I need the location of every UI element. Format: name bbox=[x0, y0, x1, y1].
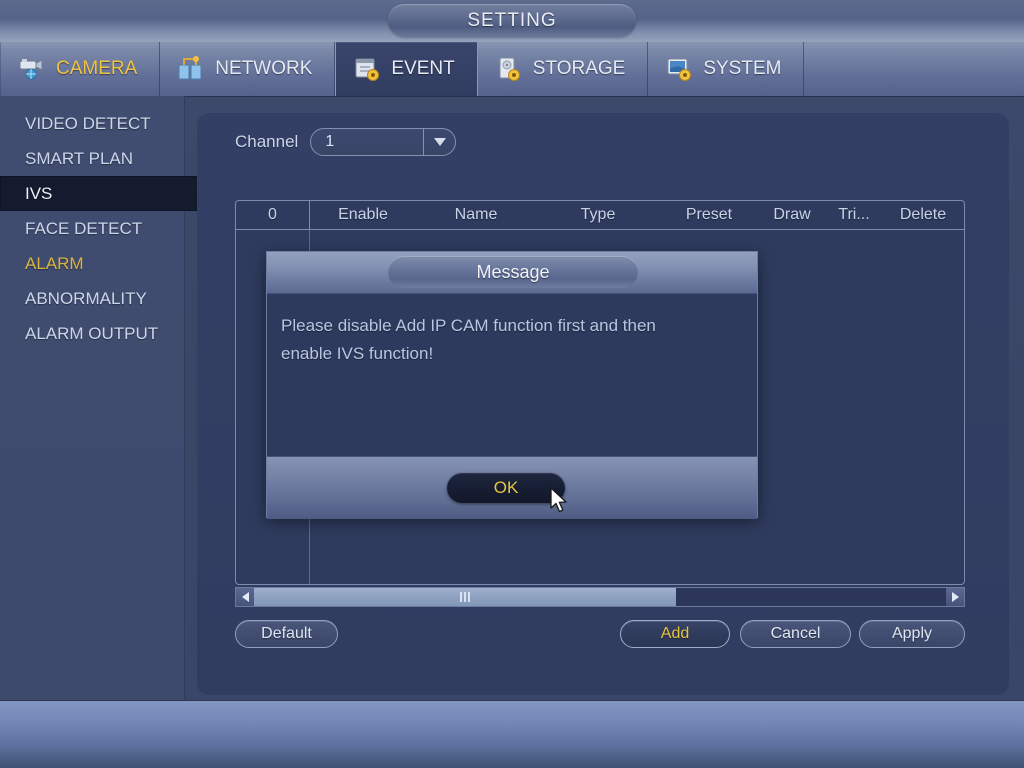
col-header-preset[interactable]: Preset bbox=[660, 201, 758, 229]
ok-button[interactable]: OK bbox=[447, 473, 565, 503]
channel-select-value: 1 bbox=[325, 133, 335, 150]
grip-line bbox=[460, 592, 463, 602]
default-button[interactable]: Default bbox=[235, 620, 338, 648]
sidebar-item-ivs[interactable]: IVS bbox=[0, 176, 203, 211]
channel-select[interactable]: 1 bbox=[310, 128, 457, 156]
channel-label: Channel bbox=[235, 132, 299, 151]
grip-line bbox=[464, 592, 467, 602]
grip-line bbox=[468, 592, 471, 602]
camera-icon bbox=[17, 54, 47, 84]
setting-window: SETTING CAMERA NETWORK EVENT STORAGE SYS… bbox=[0, 0, 1024, 768]
sidebar-item-smart-plan[interactable]: SMART PLAN bbox=[0, 141, 184, 176]
tab-network-label: NETWORK bbox=[215, 58, 313, 79]
network-icon bbox=[176, 54, 206, 84]
dialog-body: Please disable Add IP CAM function first… bbox=[267, 294, 757, 456]
action-button-row: Default Add Cancel Apply bbox=[197, 620, 1009, 650]
table-header-row: 0 Enable Name Type Preset Draw Tri... De… bbox=[236, 201, 964, 230]
col-header-index[interactable]: 0 bbox=[236, 201, 310, 229]
col-header-type[interactable]: Type bbox=[536, 201, 660, 229]
title-bar: SETTING bbox=[0, 0, 1024, 42]
storage-icon bbox=[494, 54, 524, 84]
dialog-message-line-1: Please disable Add IP CAM function first… bbox=[281, 316, 656, 335]
col-header-delete[interactable]: Delete bbox=[882, 201, 964, 229]
tab-event[interactable]: EVENT bbox=[335, 42, 478, 96]
tab-network[interactable]: NETWORK bbox=[160, 42, 336, 96]
main-tab-bar: CAMERA NETWORK EVENT STORAGE SYSTEM bbox=[0, 42, 1024, 97]
table-horizontal-scrollbar[interactable] bbox=[235, 587, 965, 607]
page-title: SETTING bbox=[388, 4, 636, 37]
tab-camera-label: CAMERA bbox=[56, 58, 138, 79]
tab-camera[interactable]: CAMERA bbox=[0, 42, 161, 96]
tab-storage[interactable]: STORAGE bbox=[478, 42, 649, 96]
scrollbar-track[interactable] bbox=[254, 588, 946, 606]
col-header-name[interactable]: Name bbox=[416, 201, 536, 229]
chevron-down-icon[interactable] bbox=[423, 129, 455, 155]
add-button[interactable]: Add bbox=[620, 620, 730, 648]
dialog-footer: OK bbox=[267, 456, 757, 519]
col-header-enable[interactable]: Enable bbox=[310, 201, 416, 229]
col-header-trigger[interactable]: Tri... bbox=[826, 201, 882, 229]
scrollbar-thumb[interactable] bbox=[254, 588, 677, 606]
sidebar-item-alarm-output[interactable]: ALARM OUTPUT bbox=[0, 316, 184, 351]
event-icon bbox=[352, 54, 382, 84]
apply-button[interactable]: Apply bbox=[859, 620, 965, 648]
settings-sidebar: VIDEO DETECT SMART PLAN IVS FACE DETECT … bbox=[0, 96, 203, 700]
tab-system[interactable]: SYSTEM bbox=[648, 42, 805, 96]
arrow-left-icon[interactable] bbox=[236, 588, 254, 606]
tab-event-label: EVENT bbox=[391, 58, 455, 79]
channel-row: Channel 1 bbox=[235, 128, 457, 156]
mouse-cursor-icon bbox=[549, 487, 569, 515]
system-icon bbox=[664, 54, 694, 84]
sidebar-item-abnormality[interactable]: ABNORMALITY bbox=[0, 281, 184, 316]
message-dialog: Message Please disable Add IP CAM functi… bbox=[266, 251, 758, 519]
sidebar-item-face-detect[interactable]: FACE DETECT bbox=[0, 211, 184, 246]
bottom-band bbox=[0, 700, 1024, 768]
tab-storage-label: STORAGE bbox=[532, 58, 626, 79]
cancel-button[interactable]: Cancel bbox=[740, 620, 851, 648]
dialog-message-line-2: enable IVS function! bbox=[281, 344, 434, 363]
sidebar-item-alarm[interactable]: ALARM bbox=[0, 246, 184, 281]
arrow-right-icon[interactable] bbox=[946, 588, 964, 606]
dialog-header: Message bbox=[267, 252, 757, 294]
tab-system-label: SYSTEM bbox=[703, 58, 782, 79]
col-header-draw[interactable]: Draw bbox=[758, 201, 826, 229]
dialog-title: Message bbox=[388, 256, 638, 288]
sidebar-item-video-detect[interactable]: VIDEO DETECT bbox=[0, 106, 184, 141]
